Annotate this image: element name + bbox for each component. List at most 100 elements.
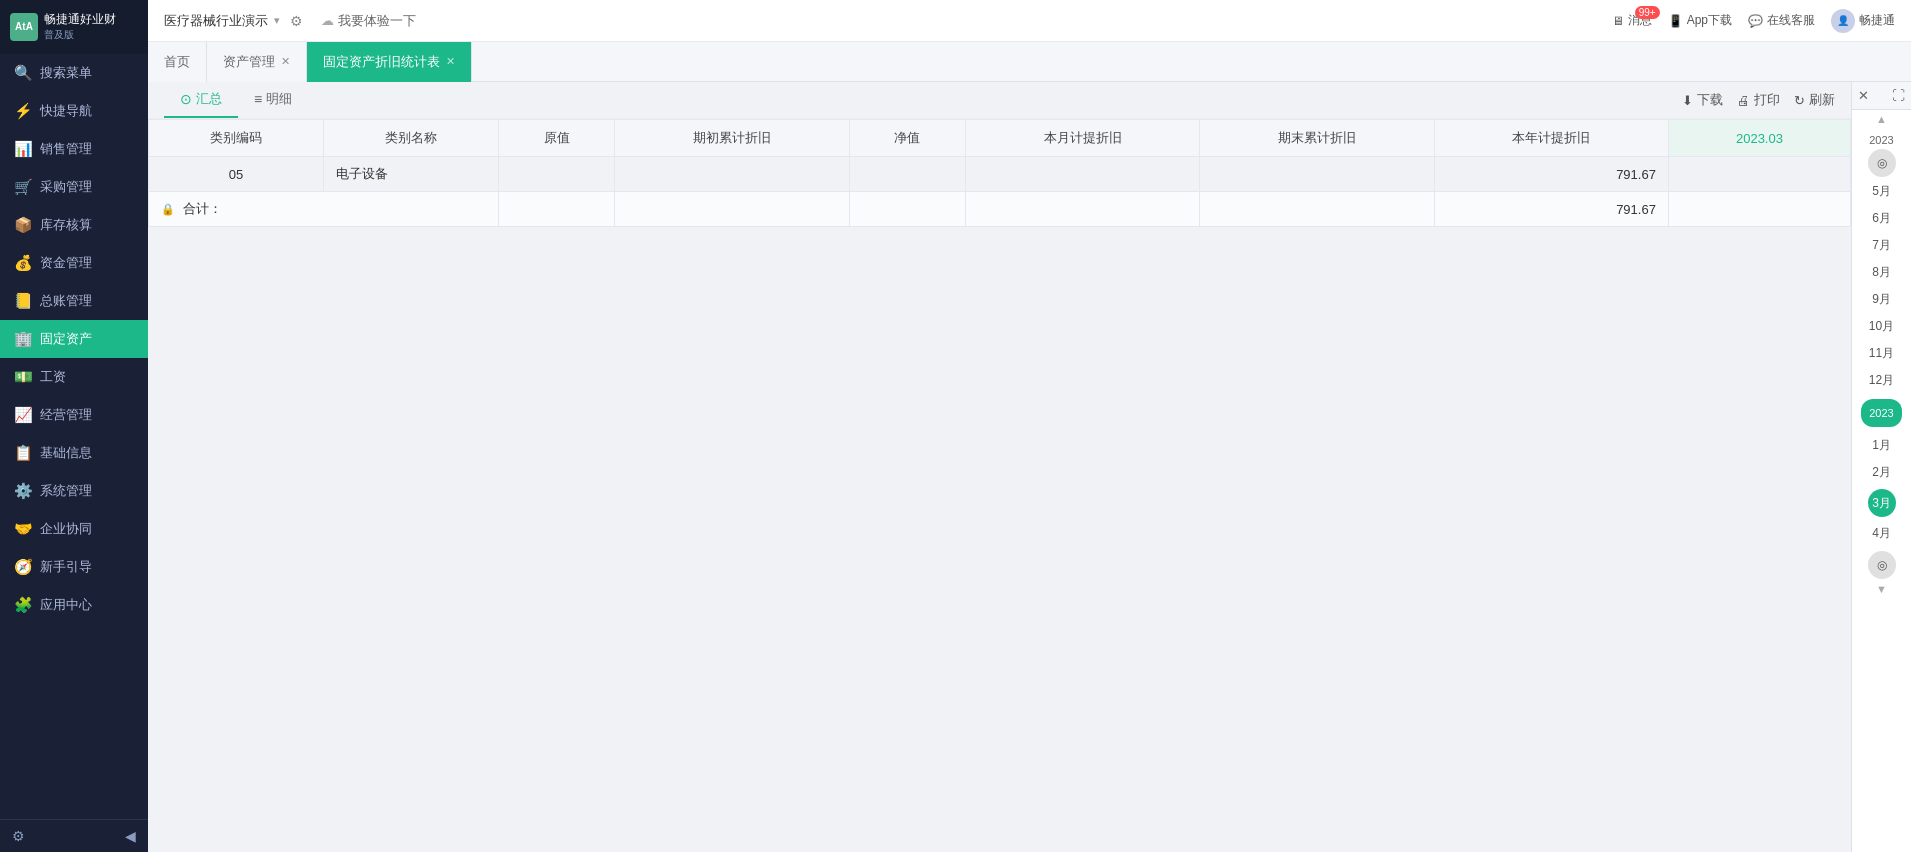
sidebar-item-ops[interactable]: 📈 经营管理 xyxy=(0,396,148,434)
sidebar-item-basic[interactable]: 📋 基础信息 xyxy=(0,434,148,472)
refresh-button[interactable]: ↻ 刷新 xyxy=(1794,91,1835,109)
company-selector[interactable]: 医疗器械行业演示 ▾ xyxy=(164,12,280,30)
table-row: 05 电子设备 791.67 xyxy=(149,157,1851,192)
sidebar-item-label: 固定资产 xyxy=(40,330,92,348)
cell-annual-2023 xyxy=(1668,157,1850,192)
sidebar-item-inventory[interactable]: 📦 库存核算 xyxy=(0,206,148,244)
date-month-6[interactable]: 6月 xyxy=(1852,205,1911,232)
sidebar-item-label: 销售管理 xyxy=(40,140,92,158)
date-month-11[interactable]: 11月 xyxy=(1852,340,1911,367)
table-container: 类别编码 类别名称 原值 期初累计折旧 净值 本月计提折旧 期末累计折旧 本年计… xyxy=(148,119,1851,852)
col-header-name: 类别名称 xyxy=(324,120,499,157)
sidebar-settings-icon[interactable]: ⚙ xyxy=(12,828,25,844)
sidebar-item-system[interactable]: ⚙️ 系统管理 xyxy=(0,472,148,510)
sidebar-item-label: 系统管理 xyxy=(40,482,92,500)
cell-original xyxy=(499,157,615,192)
user-menu-btn[interactable]: 👤 畅捷通 xyxy=(1831,9,1895,33)
messages-btn[interactable]: 🖥 消息 99+ xyxy=(1612,12,1652,29)
date-scroll-down[interactable]: ▼ xyxy=(1876,580,1887,598)
tab-home-label: 首页 xyxy=(164,53,190,71)
purchase-icon: 🛒 xyxy=(14,178,32,196)
experience-label: 我要体验一下 xyxy=(338,12,416,30)
sidebar-item-fixed[interactable]: 🏢 固定资产 xyxy=(0,320,148,358)
print-label: 打印 xyxy=(1754,91,1780,109)
date-month-1[interactable]: 1月 xyxy=(1852,432,1911,459)
tab-assets[interactable]: 资产管理 ✕ xyxy=(207,42,307,82)
sidebar-item-payroll[interactable]: 💵 工资 xyxy=(0,358,148,396)
date-month-3-active[interactable]: 3月 xyxy=(1868,489,1896,517)
sidebar-item-corp[interactable]: 🤝 企业协同 xyxy=(0,510,148,548)
date-panel-header: ✕ ⛶ xyxy=(1852,82,1911,110)
date-month-7[interactable]: 7月 xyxy=(1852,232,1911,259)
app-download-btn[interactable]: 📱 App下载 xyxy=(1668,12,1732,29)
page-inner: ⊙ 汇总 ≡ 明细 ⬇ 下载 🖨 打印 xyxy=(148,82,1911,852)
sidebar-logo: AtA 畅捷通好业财 普及版 xyxy=(0,0,148,54)
sidebar-item-search[interactable]: 🔍 搜索菜单 xyxy=(0,54,148,92)
date-month-10[interactable]: 10月 xyxy=(1852,313,1911,340)
subtab-detail-label: 明细 xyxy=(266,90,292,108)
search-icon: 🔍 xyxy=(14,64,32,82)
sidebar-item-label: 基础信息 xyxy=(40,444,92,462)
experience-btn[interactable]: ☁ 我要体验一下 xyxy=(321,12,416,30)
sidebar-item-purchase[interactable]: 🛒 采购管理 xyxy=(0,168,148,206)
settings-icon[interactable]: ⚙ xyxy=(290,13,303,29)
subtotal-end-accum xyxy=(1200,192,1434,227)
inventory-icon: 📦 xyxy=(14,216,32,234)
online-service-btn[interactable]: 💬 在线客服 xyxy=(1748,12,1815,29)
date-month-5[interactable]: 5月 xyxy=(1852,178,1911,205)
summary-icon: ⊙ xyxy=(180,91,192,107)
col-header-initial: 期初累计折旧 xyxy=(615,120,849,157)
app-name: 畅捷通好业财 xyxy=(44,12,116,28)
subtotal-original xyxy=(499,192,615,227)
col-header-monthly: 本月计提折旧 xyxy=(965,120,1199,157)
sidebar-item-ledger[interactable]: 📒 总账管理 xyxy=(0,282,148,320)
tab-assets-close-icon[interactable]: ✕ xyxy=(281,55,290,68)
subtotal-monthly xyxy=(965,192,1199,227)
date-month-4[interactable]: 4月 xyxy=(1852,520,1911,547)
date-current-section: 2023 1月 2月 3月 4月 xyxy=(1852,394,1911,547)
sidebar-footer: ⚙ ◀ xyxy=(0,819,148,852)
tab-home[interactable]: 首页 xyxy=(148,42,207,82)
subtotal-annual-2023 xyxy=(1668,192,1850,227)
service-label: 在线客服 xyxy=(1767,12,1815,29)
sidebar-item-label: 快捷导航 xyxy=(40,102,92,120)
subtab-detail[interactable]: ≡ 明细 xyxy=(238,82,308,118)
col-header-end-accum: 期末累计折旧 xyxy=(1200,120,1434,157)
cell-annual: 791.67 xyxy=(1434,157,1668,192)
subtab-summary[interactable]: ⊙ 汇总 xyxy=(164,82,238,118)
user-name: 畅捷通 xyxy=(1859,12,1895,29)
col-header-code: 类别编码 xyxy=(149,120,324,157)
date-month-12[interactable]: 12月 xyxy=(1852,367,1911,394)
date-year-badge[interactable]: 2023 xyxy=(1861,399,1901,427)
sidebar-item-quicknav[interactable]: ⚡ 快捷导航 xyxy=(0,92,148,130)
app-edition: 普及版 xyxy=(44,28,116,42)
sidebar-item-label: 新手引导 xyxy=(40,558,92,576)
download-label: 下载 xyxy=(1697,91,1723,109)
sidebar-item-sales[interactable]: 📊 销售管理 xyxy=(0,130,148,168)
tab-depreciation[interactable]: 固定资产折旧统计表 ✕ xyxy=(307,42,472,82)
date-panel-expand-icon[interactable]: ⛶ xyxy=(1892,88,1905,103)
sidebar-collapse-icon[interactable]: ◀ xyxy=(125,828,136,844)
download-button[interactable]: ⬇ 下载 xyxy=(1682,91,1723,109)
date-month-2[interactable]: 2月 xyxy=(1852,459,1911,486)
ledger-icon: 📒 xyxy=(14,292,32,310)
sidebar-item-label: 库存核算 xyxy=(40,216,92,234)
subtotal-row: 🔒 合计： 791.67 xyxy=(149,192,1851,227)
date-month-9[interactable]: 9月 xyxy=(1852,286,1911,313)
topbar-right: 🖥 消息 99+ 📱 App下载 💬 在线客服 👤 畅捷通 xyxy=(1612,9,1895,33)
sidebar-item-apps[interactable]: 🧩 应用中心 xyxy=(0,586,148,624)
date-month-8[interactable]: 8月 xyxy=(1852,259,1911,286)
tab-depreciation-close-icon[interactable]: ✕ xyxy=(446,55,455,68)
sidebar-item-funds[interactable]: 💰 资金管理 xyxy=(0,244,148,282)
cell-name: 电子设备 xyxy=(324,157,499,192)
date-panel-close-icon[interactable]: ✕ xyxy=(1858,88,1869,103)
print-button[interactable]: 🖨 打印 xyxy=(1737,91,1780,109)
sidebar-item-guide[interactable]: 🧭 新手引导 xyxy=(0,548,148,586)
date-scroll-up[interactable]: ▲ xyxy=(1876,110,1887,128)
sidebar-item-label: 搜索菜单 xyxy=(40,64,92,82)
message-icon: 🖥 xyxy=(1612,14,1624,28)
guide-icon: 🧭 xyxy=(14,558,32,576)
date-top-circle[interactable]: ◎ xyxy=(1868,149,1896,177)
download-icon: ⬇ xyxy=(1682,93,1693,108)
date-bottom-circle[interactable]: ◎ xyxy=(1868,551,1896,579)
